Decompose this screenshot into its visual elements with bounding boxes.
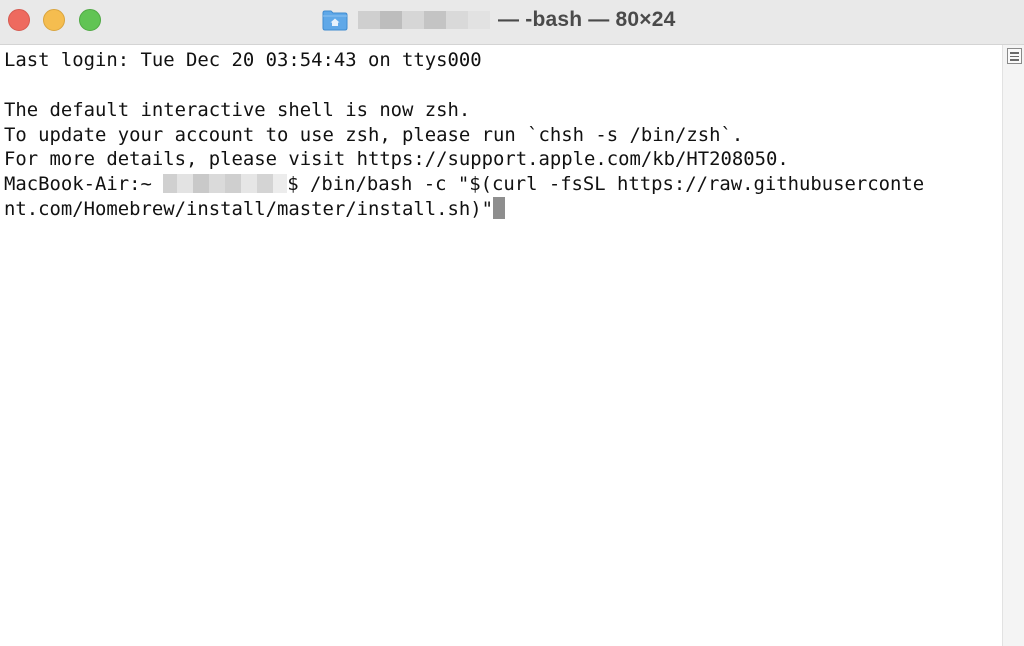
output-line: For more details, please visit https://s…: [4, 148, 789, 170]
minimize-button[interactable]: [43, 9, 65, 31]
cursor: [493, 197, 506, 219]
prompt-host: MacBook-Air:~: [4, 173, 164, 195]
terminal-window: — -bash — 80×24 Last login: Tue Dec 20 0…: [0, 0, 1024, 646]
redacted-username: [163, 173, 288, 193]
scrollbar[interactable]: [1002, 45, 1024, 646]
folder-icon[interactable]: [322, 9, 348, 31]
maximize-button[interactable]: [79, 9, 101, 31]
command-line: MacBook-Air:~ $ /bin/bash -c "$(curl -fs…: [4, 172, 924, 197]
redacted-username: [358, 11, 490, 29]
output-line: The default interactive shell is now zsh…: [4, 99, 471, 121]
command-text: $ /bin/bash -c "$(curl -fsSL https://raw…: [287, 173, 925, 195]
title-text: — -bash — 80×24: [492, 8, 676, 31]
output-line: Last login: Tue Dec 20 03:54:43 on ttys0…: [4, 49, 482, 71]
command-text-wrapped: nt.com/Homebrew/install/master/install.s…: [4, 198, 494, 220]
terminal-output[interactable]: Last login: Tue Dec 20 03:54:43 on ttys0…: [0, 45, 1002, 646]
scroll-thumb-icon[interactable]: [1007, 48, 1022, 64]
title-bar[interactable]: — -bash — 80×24: [0, 0, 1024, 45]
window-title: — -bash — 80×24: [322, 5, 676, 35]
output-line: To update your account to use zsh, pleas…: [4, 124, 744, 146]
close-button[interactable]: [8, 9, 30, 31]
command-line-wrap: nt.com/Homebrew/install/master/install.s…: [4, 197, 506, 222]
